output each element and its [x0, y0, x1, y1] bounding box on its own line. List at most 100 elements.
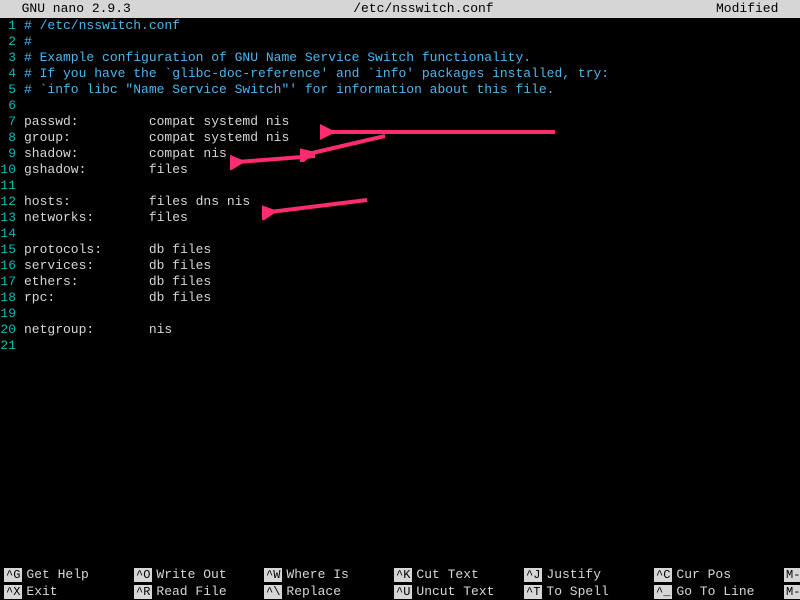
shortcut-item[interactable]: ^CCur Pos — [654, 567, 784, 582]
shortcut-label: Where Is — [286, 567, 348, 582]
editor-line[interactable]: 17ethers: db files — [0, 274, 800, 290]
shortcut-item[interactable]: ^T To Spell — [524, 584, 654, 599]
line-content: # — [18, 34, 32, 50]
shortcut-item[interactable]: ^O Write Out — [134, 567, 264, 582]
editor-line[interactable]: 15protocols: db files — [0, 242, 800, 258]
shortcut-key: ^W — [264, 568, 282, 582]
editor-line[interactable]: 9shadow: compat nis — [0, 146, 800, 162]
line-content: # Example configuration of GNU Name Serv… — [18, 50, 531, 66]
line-content: netgroup: nis — [18, 322, 172, 338]
shortcut-key: ^C — [654, 568, 672, 582]
line-number: 8 — [0, 130, 18, 146]
line-number: 3 — [0, 50, 18, 66]
line-content: # If you have the `glibc-doc-reference' … — [18, 66, 609, 82]
shortcut-key: M-E — [784, 585, 800, 599]
editor-line[interactable]: 19 — [0, 306, 800, 322]
line-number: 7 — [0, 114, 18, 130]
shortcut-item[interactable]: ^KCut Text — [394, 567, 524, 582]
line-content: rpc: db files — [18, 290, 211, 306]
line-number: 6 — [0, 98, 18, 114]
shortcut-bar: ^GGet Help^O Write Out ^W Where Is ^KCut Tex… — [0, 566, 800, 600]
shortcut-key: ^_ — [654, 585, 672, 599]
shortcut-item[interactable]: ^R Read File — [134, 584, 264, 599]
editor-line[interactable]: 12hosts: files dns nis — [0, 194, 800, 210]
line-content: networks: files — [18, 210, 188, 226]
line-content — [18, 178, 24, 194]
line-content: hosts: files dns nis — [18, 194, 250, 210]
line-content: passwd: compat systemd nis — [18, 114, 289, 130]
line-number: 2 — [0, 34, 18, 50]
editor-line[interactable]: 10gshadow: files — [0, 162, 800, 178]
line-content: # /etc/nsswitch.conf — [18, 18, 180, 34]
line-content: protocols: db files — [18, 242, 211, 258]
shortcut-item[interactable]: ^W Where Is — [264, 567, 394, 582]
shortcut-key: ^X — [4, 585, 22, 599]
shortcut-label: Cut Text — [416, 567, 478, 582]
line-content: group: compat systemd nis — [18, 130, 289, 146]
line-number: 4 — [0, 66, 18, 82]
line-content — [18, 338, 24, 354]
editor-area[interactable]: 1# /etc/nsswitch.conf2#3# Example config… — [0, 18, 800, 558]
shortcut-item[interactable]: M-UUndo — [784, 567, 800, 582]
line-content: services: db files — [18, 258, 211, 274]
shortcut-label: To Spell — [546, 584, 608, 599]
line-number: 15 — [0, 242, 18, 258]
editor-line[interactable]: 13networks: files — [0, 210, 800, 226]
editor-line[interactable]: 7passwd: compat systemd nis — [0, 114, 800, 130]
shortcut-key: ^U — [394, 585, 412, 599]
line-number: 20 — [0, 322, 18, 338]
line-number: 17 — [0, 274, 18, 290]
editor-line[interactable]: 18rpc: db files — [0, 290, 800, 306]
shortcut-label: Uncut Text — [416, 584, 494, 599]
shortcut-key: ^R — [134, 585, 152, 599]
shortcut-label: Replace — [286, 584, 341, 599]
shortcut-label: Write Out — [156, 567, 226, 582]
line-content: gshadow: files — [18, 162, 188, 178]
editor-line[interactable]: 14 — [0, 226, 800, 242]
shortcut-key: ^G — [4, 568, 22, 582]
shortcut-key: M-U — [784, 568, 800, 582]
shortcut-key: ^T — [524, 585, 542, 599]
line-number: 12 — [0, 194, 18, 210]
modified-status: Modified — [716, 1, 794, 17]
shortcut-item[interactable]: ^X Exit — [4, 584, 134, 599]
line-number: 5 — [0, 82, 18, 98]
line-number: 19 — [0, 306, 18, 322]
shortcut-item[interactable]: ^\ Replace — [264, 584, 394, 599]
editor-line[interactable]: 16services: db files — [0, 258, 800, 274]
editor-line[interactable]: 8group: compat systemd nis — [0, 130, 800, 146]
editor-line[interactable]: 4# If you have the `glibc-doc-reference'… — [0, 66, 800, 82]
shortcut-key: ^O — [134, 568, 152, 582]
editor-line[interactable]: 5# `info libc "Name Service Switch"' for… — [0, 82, 800, 98]
shortcut-key: ^J — [524, 568, 542, 582]
shortcut-label: Justify — [546, 567, 601, 582]
title-bar: GNU nano 2.9.3 /etc/nsswitch.conf Modifi… — [0, 0, 800, 18]
line-content: shadow: compat nis — [18, 146, 227, 162]
line-number: 10 — [0, 162, 18, 178]
line-number: 11 — [0, 178, 18, 194]
editor-line[interactable]: 3# Example configuration of GNU Name Ser… — [0, 50, 800, 66]
shortcut-label: Go To Line — [676, 584, 754, 599]
shortcut-item[interactable]: ^_ Go To Line — [654, 584, 784, 599]
shortcut-key: ^\ — [264, 585, 282, 599]
line-content: # `info libc "Name Service Switch"' for … — [18, 82, 555, 98]
line-content — [18, 226, 24, 242]
line-number: 21 — [0, 338, 18, 354]
shortcut-item[interactable]: ^J Justify — [524, 567, 654, 582]
editor-line[interactable]: 1# /etc/nsswitch.conf — [0, 18, 800, 34]
line-number: 16 — [0, 258, 18, 274]
shortcut-label: Read File — [156, 584, 226, 599]
line-content — [18, 306, 24, 322]
editor-line[interactable]: 21 — [0, 338, 800, 354]
line-content — [18, 98, 24, 114]
line-number: 14 — [0, 226, 18, 242]
shortcut-label: Exit — [26, 584, 57, 599]
shortcut-item[interactable]: ^GGet Help — [4, 567, 134, 582]
editor-line[interactable]: 6 — [0, 98, 800, 114]
line-content: ethers: db files — [18, 274, 211, 290]
shortcut-item[interactable]: ^U Uncut Text — [394, 584, 524, 599]
editor-line[interactable]: 20netgroup: nis — [0, 322, 800, 338]
editor-line[interactable]: 11 — [0, 178, 800, 194]
editor-line[interactable]: 2# — [0, 34, 800, 50]
shortcut-item[interactable]: M-ERedo — [784, 584, 800, 599]
